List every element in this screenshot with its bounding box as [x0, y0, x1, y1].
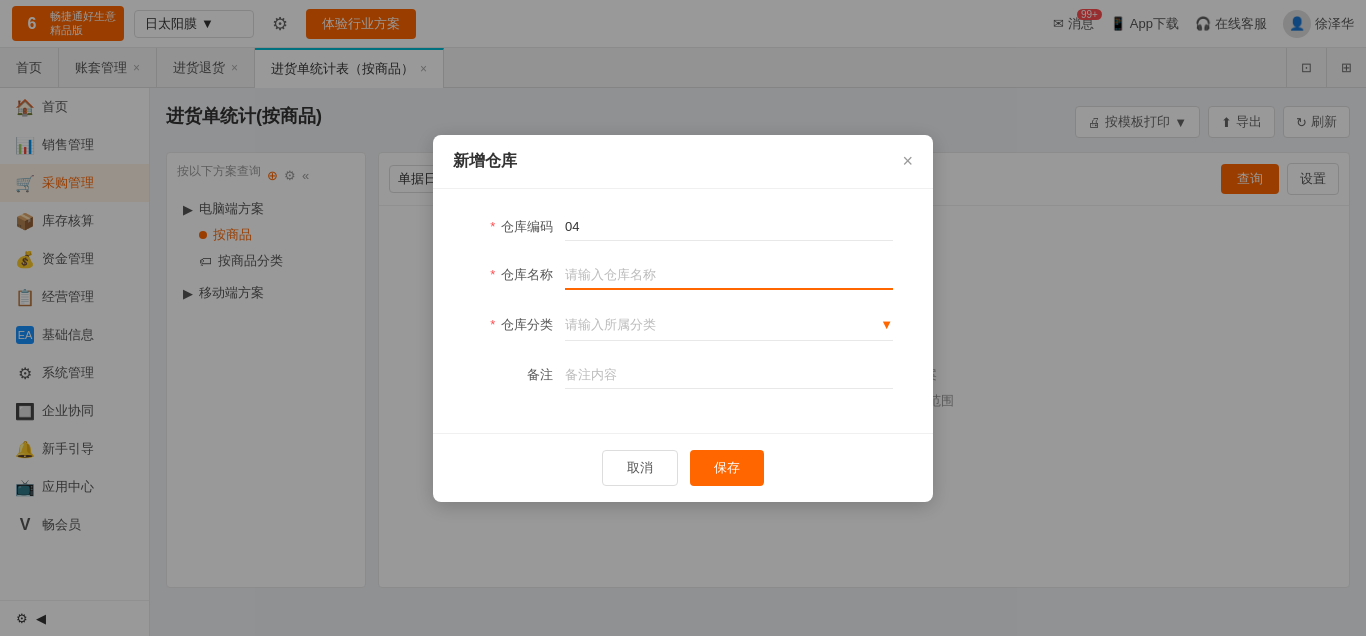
warehouse-category-select[interactable]: 请输入所属分类 ▼ — [565, 310, 893, 341]
form-row-code: * 仓库编码 — [473, 213, 893, 241]
modal-footer: 取消 保存 — [433, 433, 933, 502]
modal-body: * 仓库编码 * 仓库名称 * 仓库分类 请输入所属 — [433, 189, 933, 433]
form-row-remark: 备注 — [473, 361, 893, 389]
save-button[interactable]: 保存 — [690, 450, 764, 486]
warehouse-code-input[interactable] — [565, 213, 893, 241]
modal-title: 新增仓库 — [453, 151, 517, 172]
cancel-button[interactable]: 取消 — [602, 450, 678, 486]
name-label: * 仓库名称 — [473, 266, 553, 284]
warehouse-name-input[interactable] — [565, 261, 893, 290]
remark-label: 备注 — [473, 366, 553, 384]
modal-overlay: 新增仓库 × * 仓库编码 * 仓库名称 — [0, 0, 1366, 636]
modal-header: 新增仓库 × — [433, 135, 933, 189]
required-star-code: * — [490, 219, 495, 234]
warehouse-remark-input[interactable] — [565, 361, 893, 389]
modal-close-button[interactable]: × — [902, 151, 913, 172]
category-label: * 仓库分类 — [473, 316, 553, 334]
form-row-name: * 仓库名称 — [473, 261, 893, 290]
required-star-name: * — [490, 267, 495, 282]
form-row-category: * 仓库分类 请输入所属分类 ▼ — [473, 310, 893, 341]
code-label: * 仓库编码 — [473, 218, 553, 236]
category-dropdown-icon: ▼ — [880, 317, 893, 332]
add-warehouse-modal: 新增仓库 × * 仓库编码 * 仓库名称 — [433, 135, 933, 502]
required-star-category: * — [490, 317, 495, 332]
